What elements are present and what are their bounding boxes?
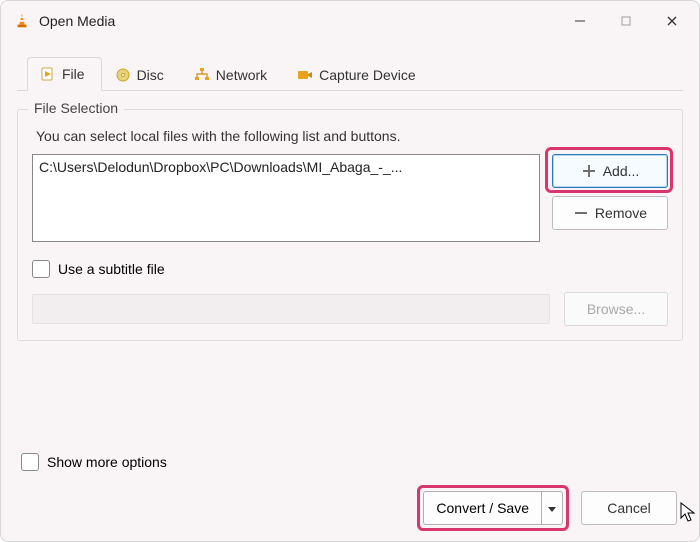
window-title: Open Media xyxy=(39,13,115,29)
tab-disc-label: Disc xyxy=(137,67,164,83)
file-list-item[interactable]: C:\Users\Delodun\Dropbox\PC\Downloads\MI… xyxy=(39,159,402,175)
convert-save-button[interactable]: Convert / Save xyxy=(423,491,563,525)
convert-save-label: Convert / Save xyxy=(436,500,529,516)
file-icon xyxy=(40,66,56,82)
cancel-button-label: Cancel xyxy=(607,500,651,516)
tabbar: File Disc Network Capture Device xyxy=(17,51,683,91)
add-button[interactable]: Add... xyxy=(552,154,668,188)
subtitle-checkbox-label: Use a subtitle file xyxy=(58,261,165,277)
subtitle-path-field xyxy=(32,294,550,324)
tab-file-label: File xyxy=(62,66,85,82)
cancel-button[interactable]: Cancel xyxy=(581,491,677,525)
tab-capture-label: Capture Device xyxy=(319,67,416,83)
chevron-down-icon xyxy=(548,500,556,516)
capture-device-icon xyxy=(297,67,313,83)
more-options-label: Show more options xyxy=(47,454,167,470)
remove-button-label: Remove xyxy=(595,205,647,221)
subtitle-checkbox[interactable] xyxy=(32,260,50,278)
add-button-label: Add... xyxy=(603,163,640,179)
more-options-checkbox[interactable] xyxy=(21,453,39,471)
file-selection-group: File Selection You can select local file… xyxy=(17,109,683,341)
plus-icon xyxy=(581,163,597,179)
vlc-cone-icon xyxy=(13,12,31,30)
bottom-area: Show more options Convert / Save xyxy=(17,443,683,541)
file-selection-help: You can select local files with the foll… xyxy=(36,128,668,144)
tab-capture[interactable]: Capture Device xyxy=(284,58,433,91)
tab-network[interactable]: Network xyxy=(181,58,284,91)
maximize-button[interactable] xyxy=(603,3,649,39)
browse-button-label: Browse... xyxy=(587,301,645,317)
tab-disc[interactable]: Disc xyxy=(102,58,181,91)
content-area: File Disc Network Capture Device xyxy=(1,41,699,541)
file-selection-legend: File Selection xyxy=(28,100,124,116)
browse-button: Browse... xyxy=(564,292,668,326)
tab-network-label: Network xyxy=(216,67,267,83)
network-icon xyxy=(194,67,210,83)
open-media-window: Open Media File Disc xyxy=(0,0,700,542)
minus-icon xyxy=(573,205,589,221)
close-button[interactable] xyxy=(649,3,695,39)
disc-icon xyxy=(115,67,131,83)
titlebar: Open Media xyxy=(1,1,699,41)
remove-button[interactable]: Remove xyxy=(552,196,668,230)
tab-file[interactable]: File xyxy=(27,57,102,91)
convert-save-dropdown[interactable] xyxy=(541,491,563,525)
minimize-button[interactable] xyxy=(557,3,603,39)
file-list[interactable]: C:\Users\Delodun\Dropbox\PC\Downloads\MI… xyxy=(32,154,540,242)
